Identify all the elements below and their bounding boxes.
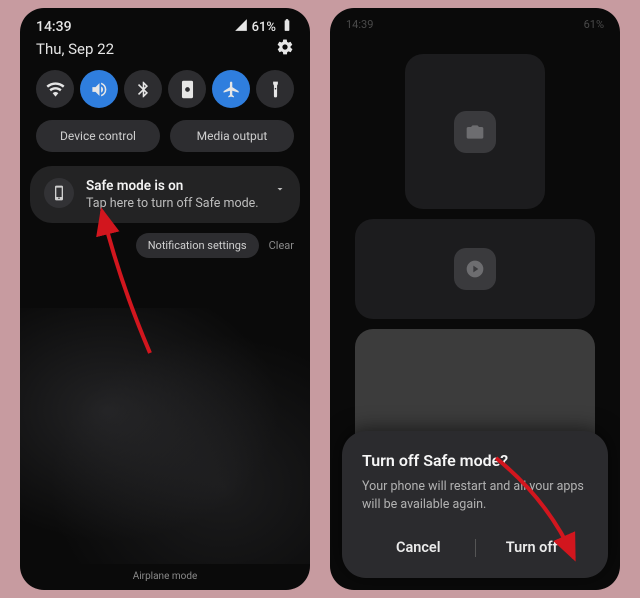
turn-off-safe-mode-dialog: Turn off Safe mode? Your phone will rest… <box>342 431 608 578</box>
phone-icon <box>44 178 74 208</box>
status-bar-dim: 14:39 61% <box>330 8 620 33</box>
quick-settings-row <box>20 70 310 120</box>
phone-safe-mode-dialog: 14:39 61% Turn off Safe mode? Your phone… <box>330 8 620 590</box>
media-output-button[interactable]: Media output <box>170 120 294 152</box>
settings-button[interactable] <box>276 38 294 60</box>
dialog-title: Turn off Safe mode? <box>362 451 588 470</box>
clock: 14:39 <box>36 19 72 35</box>
battery-text: 61% <box>584 18 604 31</box>
chevron-down-icon[interactable] <box>274 180 286 199</box>
qs-sound[interactable] <box>80 70 118 108</box>
qs-airplane[interactable] <box>212 70 250 108</box>
device-control-button[interactable]: Device control <box>36 120 160 152</box>
blurred-background <box>20 308 310 564</box>
safe-mode-notification[interactable]: Safe mode is on Tap here to turn off Saf… <box>30 166 300 223</box>
qs-wifi[interactable] <box>36 70 74 108</box>
recent-card <box>405 54 545 209</box>
date-row: Thu, Sep 22 <box>20 38 310 70</box>
recent-card <box>355 219 595 319</box>
date-text: Thu, Sep 22 <box>36 40 114 58</box>
clear-button[interactable]: Clear <box>269 239 294 252</box>
signal-icon <box>234 18 248 36</box>
notification-subtitle: Tap here to turn off Safe mode. <box>86 196 286 211</box>
notification-title: Safe mode is on <box>86 178 286 194</box>
clock: 14:39 <box>346 18 373 31</box>
dialog-body: Your phone will restart and all your app… <box>362 478 588 513</box>
cancel-button[interactable]: Cancel <box>362 531 475 564</box>
qs-rotate-lock[interactable] <box>168 70 206 108</box>
pill-row: Device control Media output <box>20 120 310 166</box>
notification-body: Safe mode is on Tap here to turn off Saf… <box>86 178 286 211</box>
camera-icon <box>454 111 496 153</box>
airplane-mode-label: Airplane mode <box>20 571 310 582</box>
turn-off-button[interactable]: Turn off <box>476 531 589 564</box>
notification-footer-row: Notification settings Clear <box>20 233 310 258</box>
status-bar: 14:39 61% <box>20 8 310 38</box>
battery-text: 61% <box>252 20 276 35</box>
qs-bluetooth[interactable] <box>124 70 162 108</box>
phone-notification-panel: 14:39 61% Thu, Sep 22 Device control Med… <box>20 8 310 590</box>
qs-flashlight[interactable] <box>256 70 294 108</box>
play-icon <box>454 248 496 290</box>
notification-settings-button[interactable]: Notification settings <box>136 233 259 258</box>
status-right: 61% <box>234 18 294 36</box>
battery-icon <box>280 18 294 36</box>
dialog-buttons: Cancel Turn off <box>362 531 588 564</box>
